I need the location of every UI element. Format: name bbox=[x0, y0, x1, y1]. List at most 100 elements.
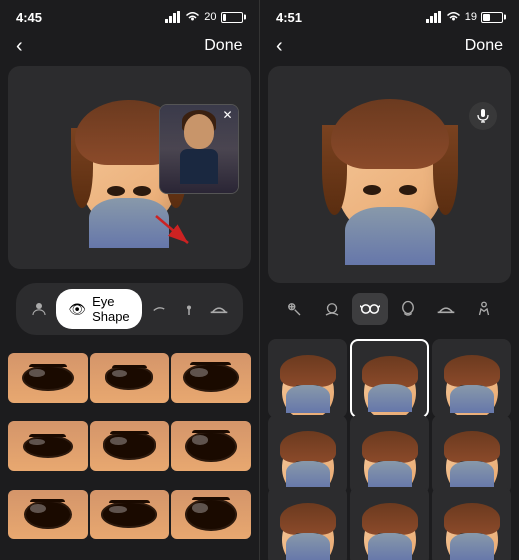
nav-bar-right: ‹ Done bbox=[260, 30, 519, 66]
glasses-rt-icon[interactable] bbox=[352, 293, 388, 325]
arrow-pointer bbox=[146, 211, 196, 251]
lipstick-icon bbox=[180, 300, 198, 318]
wifi-icon bbox=[185, 11, 200, 23]
eye-shape-6 bbox=[187, 433, 235, 460]
status-bar-right: 4:51 19 bbox=[260, 0, 519, 30]
hat-rt-icon[interactable] bbox=[428, 293, 464, 325]
status-bar-left: 4:45 20 bbox=[0, 0, 259, 30]
signal-icon-right bbox=[426, 11, 442, 23]
eye-right bbox=[133, 186, 151, 196]
mini-memoji-r3 bbox=[446, 349, 497, 408]
avatar-cell-r3[interactable] bbox=[432, 339, 511, 418]
eye-illustration-5 bbox=[90, 421, 170, 471]
memoji-avatar-right bbox=[310, 85, 470, 265]
time-right: 4:51 bbox=[276, 10, 302, 25]
glasses-icon bbox=[360, 302, 380, 316]
right-panel: 4:51 19 ‹ Done bbox=[260, 0, 519, 560]
eye-illustration-4 bbox=[8, 421, 88, 471]
mini-memoji-r7 bbox=[282, 497, 333, 556]
avatar-cell-r1[interactable] bbox=[268, 339, 347, 418]
eye-right-right bbox=[399, 185, 417, 195]
head-rt-icon[interactable] bbox=[390, 293, 426, 325]
right-toolbar bbox=[268, 287, 511, 331]
eye-cell-1[interactable] bbox=[8, 353, 88, 403]
eye-cell-5[interactable] bbox=[90, 421, 170, 471]
status-icons-left: 20 bbox=[165, 11, 242, 23]
eye-cell-2[interactable] bbox=[90, 353, 170, 403]
avatar-area-right bbox=[268, 66, 511, 283]
camera-preview-close[interactable]: ✕ bbox=[222, 108, 232, 122]
avatar-area-left: ✕ bbox=[8, 66, 251, 269]
eye-shape-4 bbox=[25, 437, 71, 456]
eye-shape-7 bbox=[26, 502, 70, 528]
eye-cell-4[interactable] bbox=[8, 421, 88, 471]
back-button-left[interactable]: ‹ bbox=[16, 35, 23, 58]
avatar-grid-right bbox=[260, 335, 519, 560]
zoom-rt-icon[interactable] bbox=[276, 293, 312, 325]
eye-shape-5 bbox=[105, 434, 154, 458]
mini-memoji-r8 bbox=[364, 497, 415, 556]
body-rt-icon[interactable] bbox=[466, 293, 502, 325]
mic-icon bbox=[477, 109, 489, 123]
hat-toolbar-icon[interactable] bbox=[206, 293, 232, 325]
eye-illustration-3 bbox=[171, 353, 251, 403]
eye-shape-label: Eye Shape bbox=[92, 294, 130, 324]
eye-cell-9[interactable] bbox=[171, 490, 251, 540]
person-toolbar-icon[interactable] bbox=[26, 293, 52, 325]
avatar-cell-r2[interactable] bbox=[350, 339, 429, 418]
avatar-cell-r7[interactable] bbox=[268, 487, 347, 560]
avatar-cell-r4[interactable] bbox=[268, 415, 347, 494]
eye-cell-3[interactable] bbox=[171, 353, 251, 403]
eye-illustration-2 bbox=[90, 353, 170, 403]
face-icon bbox=[323, 300, 341, 318]
toolbar-container-left: 👁 Eye Shape bbox=[8, 275, 251, 343]
status-icons-right: 19 bbox=[426, 11, 503, 23]
eye-shape-8 bbox=[103, 503, 155, 525]
person-body bbox=[180, 149, 218, 184]
eye-shape-3 bbox=[185, 365, 237, 390]
wifi-icon-right bbox=[446, 11, 461, 23]
eye-shape-2 bbox=[107, 368, 151, 388]
person-silhouette bbox=[176, 114, 221, 184]
eye-illustration-8 bbox=[90, 490, 170, 540]
eye-shape-9 bbox=[187, 500, 235, 529]
avatar-cell-r8[interactable] bbox=[350, 487, 429, 560]
face-rt-icon[interactable] bbox=[314, 293, 350, 325]
avatar-cell-r9[interactable] bbox=[432, 487, 511, 560]
mini-memoji-r9 bbox=[446, 497, 497, 556]
nav-bar-left: ‹ Done bbox=[0, 30, 259, 66]
eye-shape-1 bbox=[24, 367, 72, 389]
person-icon bbox=[30, 300, 48, 318]
mic-button[interactable] bbox=[469, 102, 497, 130]
eye-cell-8[interactable] bbox=[90, 490, 170, 540]
eye-cell-6[interactable] bbox=[171, 421, 251, 471]
eye-pill-icon: 👁 bbox=[68, 301, 86, 318]
torso-right bbox=[345, 207, 435, 265]
done-button-left[interactable]: Done bbox=[204, 37, 242, 55]
signal-icon bbox=[165, 11, 181, 23]
head-icon bbox=[399, 300, 417, 318]
camera-preview: ✕ bbox=[159, 104, 239, 194]
eye-cell-7[interactable] bbox=[8, 490, 88, 540]
eye-illustration-6 bbox=[171, 421, 251, 471]
avatar-cell-r6[interactable] bbox=[432, 415, 511, 494]
person-head bbox=[184, 114, 214, 149]
eye-left bbox=[107, 186, 125, 196]
avatar-cell-r5[interactable] bbox=[350, 415, 429, 494]
back-button-right[interactable]: ‹ bbox=[276, 35, 283, 58]
eyebrow-toolbar-icon[interactable] bbox=[146, 293, 172, 325]
eye-left-right bbox=[363, 185, 381, 195]
left-panel: 4:45 20 ‹ Done bbox=[0, 0, 260, 560]
mini-memoji-r1 bbox=[282, 349, 333, 408]
hair-top-right bbox=[331, 99, 449, 169]
battery-text-right: 19 bbox=[465, 11, 477, 23]
lipstick-toolbar-icon[interactable] bbox=[176, 293, 202, 325]
eye-grid bbox=[0, 349, 259, 560]
mini-memoji-r6 bbox=[446, 425, 497, 484]
done-button-right[interactable]: Done bbox=[465, 37, 503, 55]
eye-shape-pill[interactable]: 👁 Eye Shape bbox=[56, 289, 141, 329]
eye-illustration-1 bbox=[8, 353, 88, 403]
battery-text-left: 20 bbox=[204, 11, 216, 23]
battery-icon-right bbox=[481, 12, 503, 23]
hat-rt-icon-svg bbox=[436, 300, 456, 318]
